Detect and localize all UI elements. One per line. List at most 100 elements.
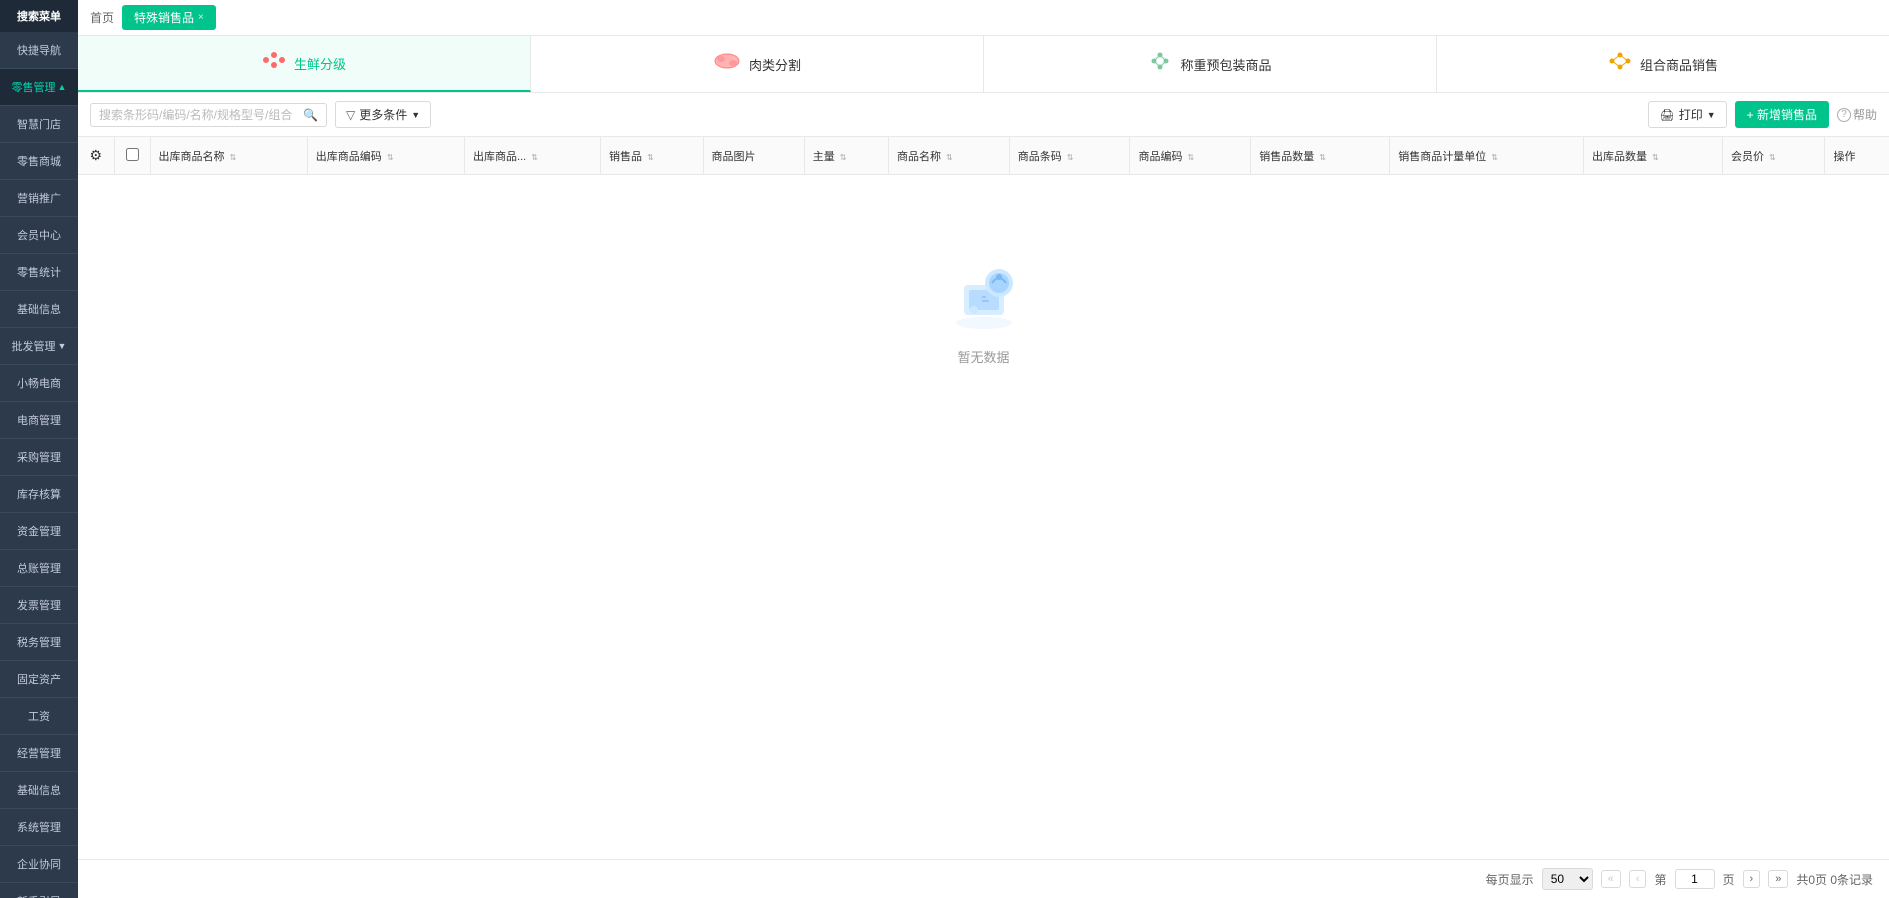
empty-state: 暂无数据 bbox=[78, 175, 1889, 446]
col-barcode[interactable]: 商品条码 ⇅ bbox=[1009, 137, 1130, 175]
col-settings[interactable]: ⚙ bbox=[78, 137, 114, 175]
toolbar-right: 🖨 打印 ▼ + 新增销售品 ? 帮助 bbox=[1648, 101, 1877, 128]
page-number-input[interactable] bbox=[1675, 869, 1715, 889]
settings-icon: ⚙ bbox=[89, 147, 102, 163]
sidebar-item-mini-ecom[interactable]: 小畅电商 bbox=[0, 365, 78, 402]
arrow-icon: ▲ bbox=[58, 82, 67, 92]
col-label: 出库商品... bbox=[473, 151, 526, 163]
search-box: 🔍 bbox=[90, 103, 327, 127]
sidebar-item-retail-mgmt[interactable]: 零售管理 ▲ bbox=[0, 69, 78, 106]
sidebar-item-label: 基础信息 bbox=[17, 782, 61, 798]
sidebar-item-label: 采购管理 bbox=[17, 449, 61, 465]
sort-icon: ⇅ bbox=[230, 153, 237, 162]
select-all-checkbox[interactable] bbox=[126, 148, 139, 161]
sidebar-item-tax-mgmt[interactable]: 税务管理 bbox=[0, 624, 78, 661]
weight-prepack-icon bbox=[1148, 51, 1172, 77]
print-button[interactable]: 🖨 打印 ▼ bbox=[1648, 101, 1726, 128]
sidebar-item-ops-mgmt[interactable]: 经营管理 bbox=[0, 735, 78, 772]
sidebar-item-label: 电商管理 bbox=[17, 412, 61, 428]
sidebar-item-label: 智慧门店 bbox=[17, 116, 61, 132]
sidebar-item-salary[interactable]: 工资 bbox=[0, 698, 78, 735]
sidebar-item-label: 零售统计 bbox=[17, 264, 61, 280]
col-out-code[interactable]: 出库商品编码 ⇅ bbox=[307, 137, 464, 175]
home-link[interactable]: 首页 bbox=[90, 9, 114, 26]
col-label: 商品名称 bbox=[897, 151, 941, 163]
active-tab[interactable]: 特殊销售品 × bbox=[122, 5, 216, 30]
filter-button[interactable]: ▽ 更多条件 ▼ bbox=[335, 101, 431, 128]
search-icon[interactable]: 🔍 bbox=[303, 108, 318, 122]
sidebar-item-new-guide[interactable]: 新手引导 bbox=[0, 883, 78, 898]
col-label: 商品条码 bbox=[1018, 151, 1062, 163]
col-out-qty[interactable]: 出库品数量 ⇅ bbox=[1583, 137, 1722, 175]
col-label: 操作 bbox=[1833, 151, 1855, 163]
page-label: 第 bbox=[1654, 871, 1666, 888]
sidebar-logo[interactable]: 搜索菜单 bbox=[0, 0, 78, 32]
empty-state-row: 暂无数据 bbox=[78, 175, 1889, 447]
col-out-name[interactable]: 出库商品名称 ⇅ bbox=[150, 137, 307, 175]
sidebar-item-label: 营销推广 bbox=[17, 190, 61, 206]
sidebar-item-quick-nav[interactable]: 快捷导航 bbox=[0, 32, 78, 69]
sidebar-item-sales-promo[interactable]: 营销推广 bbox=[0, 180, 78, 217]
sidebar: 搜索菜单 快捷导航 零售管理 ▲ 智慧门店 零售商城 营销推广 会员中心 零售统… bbox=[0, 0, 78, 898]
sort-icon: ⇅ bbox=[1652, 153, 1659, 162]
col-sales-qty[interactable]: 销售品数量 ⇅ bbox=[1251, 137, 1390, 175]
help-button[interactable]: ? 帮助 bbox=[1837, 106, 1877, 123]
cat-tab-weight-prepack[interactable]: 称重预包装商品 bbox=[984, 36, 1437, 92]
sidebar-item-fixed-assets[interactable]: 固定资产 bbox=[0, 661, 78, 698]
sidebar-item-label: 发票管理 bbox=[17, 597, 61, 613]
sort-icon: ⇅ bbox=[1319, 153, 1326, 162]
sidebar-item-system-mgmt[interactable]: 系统管理 bbox=[0, 809, 78, 846]
tab-close-icon[interactable]: × bbox=[198, 12, 204, 23]
prev-page-button[interactable]: ‹ bbox=[1629, 870, 1647, 888]
last-page-button[interactable]: » bbox=[1768, 870, 1788, 888]
col-label: 销售品数量 bbox=[1259, 151, 1314, 163]
sidebar-item-label: 库存核算 bbox=[17, 486, 61, 502]
col-label: 销售商品计量单位 bbox=[1398, 151, 1486, 163]
sort-icon: ⇅ bbox=[531, 153, 538, 162]
first-icon: « bbox=[1608, 873, 1614, 885]
col-member-price[interactable]: 会员价 ⇅ bbox=[1722, 137, 1825, 175]
sidebar-item-inventory[interactable]: 库存核算 bbox=[0, 476, 78, 513]
search-input[interactable] bbox=[99, 108, 299, 122]
col-product-img[interactable]: 商品图片 bbox=[703, 137, 804, 175]
sidebar-item-general-ledger[interactable]: 总账管理 bbox=[0, 550, 78, 587]
empty-illustration bbox=[944, 255, 1024, 335]
col-checkbox[interactable] bbox=[114, 137, 150, 175]
sidebar-item-retail-mall[interactable]: 零售商城 bbox=[0, 143, 78, 180]
tab-label: 特殊销售品 bbox=[134, 9, 194, 26]
sort-icon: ⇅ bbox=[946, 153, 953, 162]
sort-icon: ⇅ bbox=[1491, 153, 1498, 162]
sidebar-item-enterprise[interactable]: 企业协同 bbox=[0, 846, 78, 883]
sidebar-item-label: 基础信息 bbox=[17, 301, 61, 317]
sort-icon: ⇅ bbox=[1769, 153, 1776, 162]
sidebar-item-ecom-mgmt[interactable]: 电商管理 bbox=[0, 402, 78, 439]
col-sales-unit[interactable]: 销售商品计量单位 ⇅ bbox=[1390, 137, 1584, 175]
toolbar: 🔍 ▽ 更多条件 ▼ 🖨 打印 ▼ + 新增销售品 ? bbox=[78, 93, 1889, 137]
cat-tab-meat-cut[interactable]: 肉类分割 bbox=[531, 36, 984, 92]
col-product-name[interactable]: 商品名称 ⇅ bbox=[888, 137, 1009, 175]
first-page-button[interactable]: « bbox=[1601, 870, 1621, 888]
cat-tab-fresh-grade[interactable]: 生鲜分级 bbox=[78, 36, 531, 92]
sidebar-item-wholesale-mgmt[interactable]: 批发管理 ▼ bbox=[0, 328, 78, 365]
col-sales-item[interactable]: 销售品 ⇅ bbox=[601, 137, 704, 175]
sidebar-item-member-center[interactable]: 会员中心 bbox=[0, 217, 78, 254]
col-out-spec[interactable]: 出库商品... ⇅ bbox=[465, 137, 601, 175]
help-label: 帮助 bbox=[1853, 106, 1877, 123]
cat-tab-combo-sales[interactable]: 组合商品销售 bbox=[1437, 36, 1889, 92]
filter-arrow-icon: ▼ bbox=[411, 110, 420, 120]
col-weight[interactable]: 主量 ⇅ bbox=[804, 137, 888, 175]
sidebar-item-purchase-mgmt[interactable]: 采购管理 bbox=[0, 439, 78, 476]
sidebar-item-label: 总账管理 bbox=[17, 560, 61, 576]
sidebar-item-retail-stats[interactable]: 零售统计 bbox=[0, 254, 78, 291]
sidebar-item-smart-store[interactable]: 智慧门店 bbox=[0, 106, 78, 143]
sidebar-item-label: 零售商城 bbox=[17, 153, 61, 169]
sidebar-item-basic-info2[interactable]: 基础信息 bbox=[0, 772, 78, 809]
sidebar-item-capital-mgmt[interactable]: 资金管理 bbox=[0, 513, 78, 550]
sidebar-item-invoice-mgmt[interactable]: 发票管理 bbox=[0, 587, 78, 624]
print-label: 打印 bbox=[1679, 106, 1703, 123]
add-button[interactable]: + 新增销售品 bbox=[1735, 101, 1829, 128]
col-product-code[interactable]: 商品编码 ⇅ bbox=[1130, 137, 1251, 175]
next-page-button[interactable]: › bbox=[1743, 870, 1761, 888]
per-page-select[interactable]: 10 20 50 100 bbox=[1542, 868, 1593, 890]
sidebar-item-basic-info[interactable]: 基础信息 bbox=[0, 291, 78, 328]
